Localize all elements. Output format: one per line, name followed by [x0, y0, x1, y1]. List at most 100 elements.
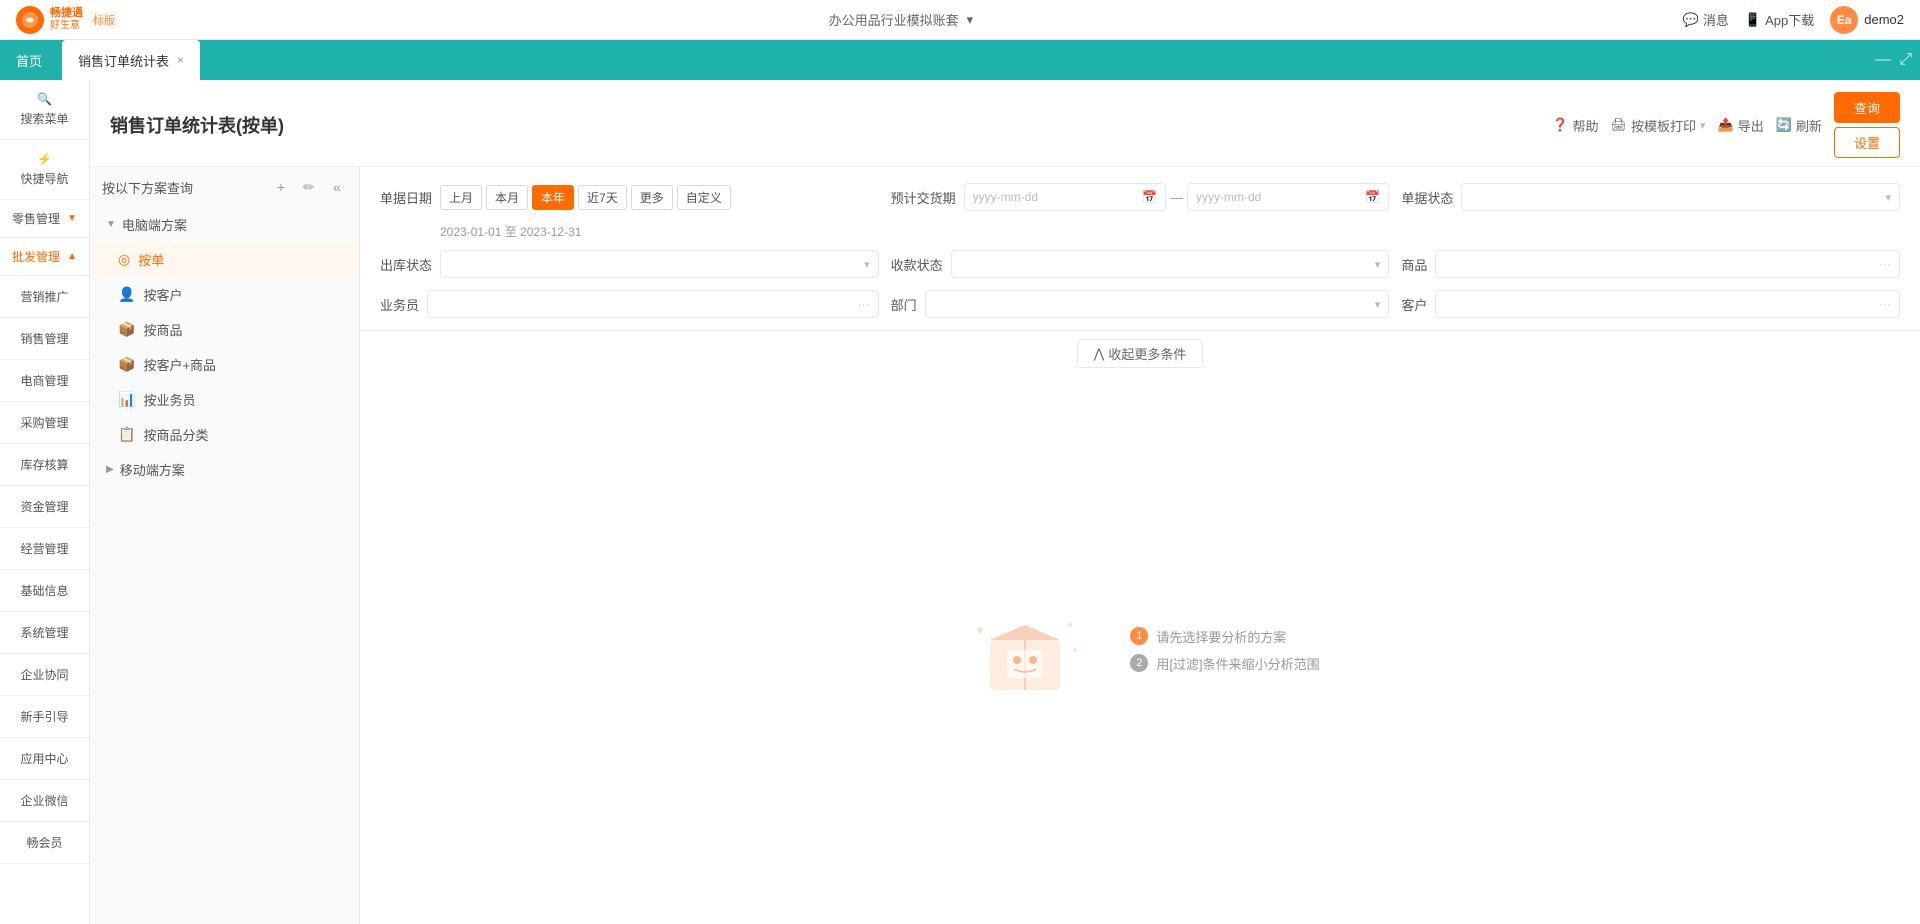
scheme-item-by-customer-product[interactable]: 📦 按客户+商品 [90, 347, 359, 382]
sidebar-item-marketing[interactable]: 营销推广 [0, 276, 89, 318]
salesperson-placeholder: ··· [858, 297, 870, 311]
tab-home[interactable]: 首页 [0, 40, 58, 80]
delivery-status-select[interactable]: ▾ [440, 250, 879, 278]
sidebar-label-basic: 基础信息 [20, 582, 68, 599]
sidebar-item-wechat[interactable]: 企业微信 [0, 780, 89, 822]
sidebar-item-purchase[interactable]: 采购管理 [0, 402, 89, 444]
empty-hints: 1 请先选择要分析的方案 2 用[过滤]条件来缩小分析范围 [1130, 627, 1319, 673]
sub-label: 标版 [89, 11, 119, 29]
sidebar-item-newbie[interactable]: 新手引导 [0, 696, 89, 738]
scheme-item-by-order[interactable]: ◎ 按单 [90, 242, 359, 277]
sidebar-item-basic[interactable]: 基础信息 [0, 570, 89, 612]
empty-hint-1: 1 请先选择要分析的方案 [1130, 627, 1319, 646]
scheme-item-by-salesperson[interactable]: 📊 按业务员 [90, 382, 359, 417]
product-placeholder: ··· [1879, 257, 1891, 271]
print-dropdown-icon[interactable]: ▾ [1700, 119, 1706, 132]
refresh-button[interactable]: 🔄 刷新 [1776, 116, 1822, 135]
more-date-button[interactable]: 更多 [631, 185, 673, 210]
scheme-item-by-product-category[interactable]: 📋 按商品分类 [90, 417, 359, 452]
sidebar-item-wholesale[interactable]: 批发管理 ▲ [0, 238, 89, 276]
product-input[interactable]: ··· [1435, 250, 1900, 278]
user-area[interactable]: Ea demo2 [1830, 6, 1904, 34]
tab-close-button[interactable]: × [177, 53, 184, 67]
sidebar-item-appstore[interactable]: 应用中心 [0, 738, 89, 780]
query-button[interactable]: 查询 [1834, 92, 1900, 123]
message-label: 消息 [1703, 10, 1729, 29]
scheme-item-by-product-label: 按商品 [143, 320, 182, 339]
scheme-item-by-order-icon: ◎ [118, 251, 130, 268]
help-label: 帮助 [1573, 116, 1599, 135]
department-select[interactable]: ▾ [925, 290, 1390, 318]
bill-status-group: 单据状态 ▾ [1401, 183, 1900, 211]
scheme-add-button[interactable]: + [271, 177, 291, 197]
message-button[interactable]: 💬 消息 [1683, 10, 1729, 29]
delivery-status-arrow-icon: ▾ [864, 258, 870, 271]
collapse-label: 收起更多条件 [1108, 344, 1186, 363]
salesperson-label: 业务员 [380, 295, 419, 314]
last-month-button[interactable]: 上月 [440, 185, 482, 210]
sidebar-item-sales[interactable]: 销售管理 [0, 318, 89, 360]
payment-status-arrow-icon: ▾ [1375, 258, 1381, 271]
customer-input[interactable]: ··· [1435, 290, 1900, 318]
bill-status-arrow-icon: ▾ [1885, 191, 1891, 204]
help-button[interactable]: ❓ 帮助 [1552, 116, 1598, 135]
filter-row-3: 业务员 ··· 部门 ▾ [380, 290, 1900, 318]
sidebar-label-finance: 资金管理 [20, 498, 68, 515]
sidebar-item-operation[interactable]: 经营管理 [0, 528, 89, 570]
maximize-button[interactable]: ⤢ [1899, 51, 1912, 69]
calendar-end-icon: 📅 [1365, 190, 1380, 204]
tab-active[interactable]: 销售订单统计表 × [62, 40, 200, 80]
this-year-button[interactable]: 本年 [532, 185, 574, 210]
export-button[interactable]: 📤 导出 [1718, 116, 1764, 135]
export-icon: 📤 [1718, 117, 1734, 133]
pc-scheme-section-title[interactable]: ▼ 电脑端方案 [90, 207, 359, 242]
this-month-button[interactable]: 本月 [486, 185, 528, 210]
sidebar-label-quicknav: 快捷导航 [20, 170, 68, 187]
sidebar-item-search[interactable]: 🔍 搜索菜单 [0, 80, 89, 140]
custom-date-button[interactable]: 自定义 [677, 185, 731, 210]
topbar-center: 办公用品行业模拟账套 ▾ [829, 10, 974, 29]
sidebar-label-newbie: 新手引导 [20, 708, 68, 725]
print-button[interactable]: 🖨 按模板打印 ▾ [1611, 116, 1706, 135]
export-label: 导出 [1738, 116, 1764, 135]
scheme-item-by-product[interactable]: 📦 按商品 [90, 312, 359, 347]
minimize-button[interactable]: — [1875, 51, 1891, 69]
collapse-button[interactable]: ⋀ 收起更多条件 [1077, 339, 1204, 368]
salesperson-input[interactable]: ··· [427, 290, 879, 318]
customer-label: 客户 [1401, 295, 1427, 314]
scheme-item-by-salesperson-label: 按业务员 [143, 390, 195, 409]
sidebar-label-enterprise: 企业协同 [20, 666, 68, 683]
bill-date-label: 单据日期 [380, 188, 432, 207]
scheme-item-by-customer-icon: 👤 [118, 286, 135, 303]
sidebar-item-system[interactable]: 系统管理 [0, 612, 89, 654]
settings-button[interactable]: 设置 [1834, 127, 1900, 158]
scheme-header: 按以下方案查询 + ✏ « [90, 167, 359, 207]
sidebar-item-membership[interactable]: 畅会员 [0, 822, 89, 864]
date-range-display: 2023-01-01 至 2023-12-31 [380, 223, 1900, 240]
page-title: 销售订单统计表(按单) [110, 112, 284, 138]
app-download-button[interactable]: 📱 App下载 [1745, 10, 1814, 29]
bill-status-select[interactable]: ▾ [1461, 183, 1900, 211]
sidebar-label-inventory: 库存核算 [20, 456, 68, 473]
mobile-scheme-section-title[interactable]: ▶ 移动端方案 [90, 452, 359, 487]
topbar-dropdown-icon[interactable]: ▾ [967, 12, 974, 28]
app-label: App下载 [1765, 10, 1814, 29]
sidebar-item-ecommerce[interactable]: 电商管理 [0, 360, 89, 402]
customer-placeholder: ··· [1879, 297, 1891, 311]
sidebar-item-quicknav[interactable]: ⚡ 快捷导航 [0, 140, 89, 200]
payment-status-select[interactable]: ▾ [951, 250, 1390, 278]
last7days-button[interactable]: 近7天 [578, 185, 627, 210]
page-header: 销售订单统计表(按单) ❓ 帮助 🖨 按模板打印 ▾ 📤 导出 🔄 刷新 [90, 80, 1920, 167]
sidebar-label-sales: 销售管理 [20, 330, 68, 347]
expected-delivery-end[interactable]: yyyy-mm-dd 📅 [1187, 183, 1389, 211]
sidebar-item-retail[interactable]: 零售管理 ▼ [0, 200, 89, 238]
sidebar-item-inventory[interactable]: 库存核算 [0, 444, 89, 486]
delivery-status-group: 出库状态 ▾ [380, 250, 879, 278]
expected-delivery-start[interactable]: yyyy-mm-dd 📅 [964, 183, 1166, 211]
sidebar-item-enterprise[interactable]: 企业协同 [0, 654, 89, 696]
scheme-collapse-button[interactable]: « [327, 177, 347, 197]
scheme-item-by-customer[interactable]: 👤 按客户 [90, 277, 359, 312]
filter-content-area: 按以下方案查询 + ✏ « ▼ 电脑端方案 ◎ 按单 [90, 167, 1920, 924]
scheme-edit-button[interactable]: ✏ [299, 177, 319, 197]
sidebar-item-finance[interactable]: 资金管理 [0, 486, 89, 528]
